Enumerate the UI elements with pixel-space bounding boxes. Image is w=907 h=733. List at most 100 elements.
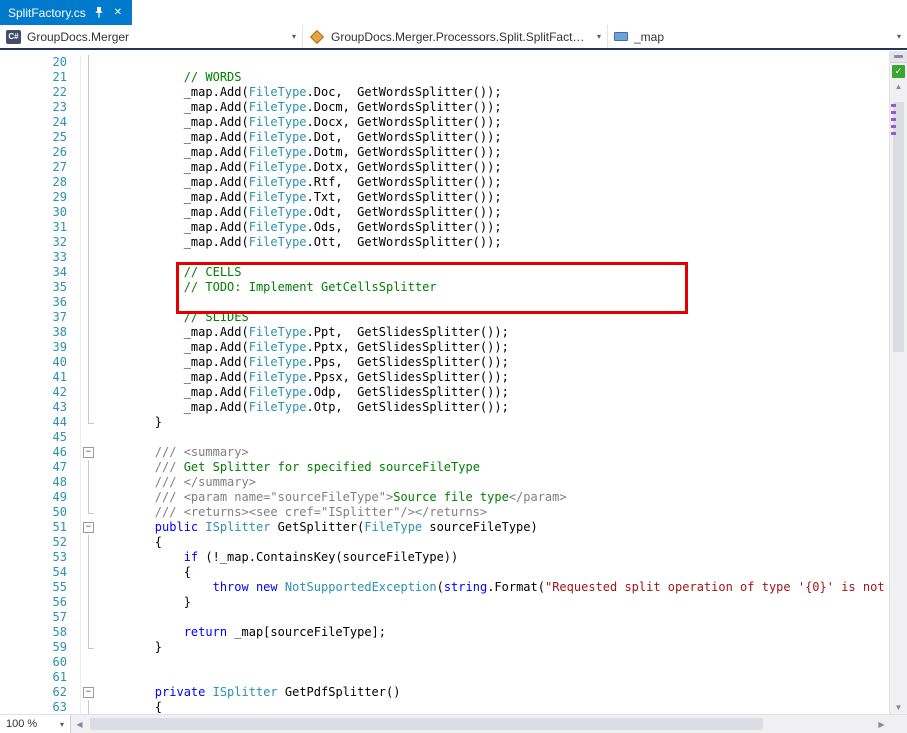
- code-line[interactable]: 39 _map.Add(FileType.Pptx, GetSlidesSpli…: [0, 340, 890, 355]
- outline-margin: [81, 130, 97, 145]
- code-text: _map.Add(FileType.Pps, GetSlidesSplitter…: [97, 355, 509, 369]
- code-text: throw new NotSupportedException(string.F…: [212, 580, 890, 594]
- code-line[interactable]: 28 _map.Add(FileType.Rtf, GetWordsSplitt…: [0, 175, 890, 190]
- vertical-scroll-thumb[interactable]: [893, 102, 904, 352]
- code-line[interactable]: 30 _map.Add(FileType.Odt, GetWordsSplitt…: [0, 205, 890, 220]
- outline-margin: [81, 145, 97, 160]
- code-line[interactable]: 36: [0, 295, 890, 310]
- code-line[interactable]: 27 _map.Add(FileType.Dotx, GetWordsSplit…: [0, 160, 890, 175]
- file-health-indicator[interactable]: ✓: [892, 65, 905, 78]
- code-line[interactable]: 43 _map.Add(FileType.Otp, GetSlidesSplit…: [0, 400, 890, 415]
- code-line[interactable]: 33: [0, 250, 890, 265]
- code-line[interactable]: 55 throw new NotSupportedException(strin…: [0, 580, 890, 595]
- code-line[interactable]: 20: [0, 55, 890, 70]
- code-line[interactable]: 49 /// <param name="sourceFileType">Sour…: [0, 490, 890, 505]
- tab-title: SplitFactory.cs: [8, 5, 86, 20]
- pin-icon[interactable]: [93, 7, 105, 19]
- member-dropdown[interactable]: _map ▾: [607, 25, 907, 48]
- line-number: 63: [0, 700, 81, 715]
- code-line[interactable]: 48 /// </summary>: [0, 475, 890, 490]
- code-line[interactable]: 46− /// <summary>: [0, 445, 890, 460]
- code-line[interactable]: 24 _map.Add(FileType.Docx, GetWordsSplit…: [0, 115, 890, 130]
- code-text: _map.Add(FileType.Dot, GetWordsSplitter(…: [97, 130, 502, 144]
- scroll-down-arrow[interactable]: ▼: [890, 701, 907, 715]
- outline-margin: [81, 190, 97, 205]
- code-text: _map.Add(FileType.Ppsx, GetSlidesSplitte…: [97, 370, 509, 384]
- code-text: /// </summary>: [97, 475, 256, 489]
- outline-margin: [81, 670, 97, 685]
- code-line[interactable]: 41 _map.Add(FileType.Ppsx, GetSlidesSpli…: [0, 370, 890, 385]
- horizontal-scroll-thumb[interactable]: [90, 718, 764, 730]
- line-number: 55: [0, 580, 81, 595]
- code-line[interactable]: 31 _map.Add(FileType.Ods, GetWordsSplitt…: [0, 220, 890, 235]
- code-line[interactable]: 32 _map.Add(FileType.Ott, GetWordsSplitt…: [0, 235, 890, 250]
- type-dropdown[interactable]: GroupDocs.Merger.Processors.Split.SplitF…: [302, 25, 607, 48]
- vertical-scroll-track[interactable]: [890, 94, 907, 701]
- code-line[interactable]: 60: [0, 655, 890, 670]
- splitter-grip-icon: [894, 55, 903, 58]
- document-tab[interactable]: SplitFactory.cs ✕: [0, 0, 132, 25]
- code-text: _map.Add(FileType.Doc, GetWordsSplitter(…: [97, 85, 502, 99]
- code-text: _map.Add(FileType.Ppt, GetSlidesSplitter…: [97, 325, 509, 339]
- code-text: // TODO: Implement GetCellsSplitter: [97, 280, 437, 294]
- line-number: 26: [0, 145, 81, 160]
- outline-margin: [81, 115, 97, 130]
- code-line[interactable]: 40 _map.Add(FileType.Pps, GetSlidesSplit…: [0, 355, 890, 370]
- code-text: _map.Add(FileType.Docx, GetWordsSplitter…: [97, 115, 502, 129]
- code-line[interactable]: 21 // WORDS: [0, 70, 890, 85]
- code-line[interactable]: 54 {: [0, 565, 890, 580]
- code-line[interactable]: 22 _map.Add(FileType.Doc, GetWordsSplitt…: [0, 85, 890, 100]
- code-line[interactable]: 45: [0, 430, 890, 445]
- code-line[interactable]: 61: [0, 670, 890, 685]
- code-line[interactable]: 34 // CELLS: [0, 265, 890, 280]
- code-line[interactable]: 50 /// <returns><see cref="ISplitter"/><…: [0, 505, 890, 520]
- csharp-project-icon: C#: [6, 29, 21, 44]
- project-dropdown[interactable]: C# GroupDocs.Merger ▾: [0, 25, 302, 48]
- collapse-toggle[interactable]: −: [81, 685, 97, 700]
- outline-margin: [81, 700, 97, 715]
- vertical-scrollbar[interactable]: ✓ ▲ ▼: [889, 51, 907, 715]
- line-number: 28: [0, 175, 81, 190]
- line-number: 33: [0, 250, 81, 265]
- code-line[interactable]: 63 {: [0, 700, 890, 715]
- code-line[interactable]: 58 return _map[sourceFileType];: [0, 625, 890, 640]
- code-line[interactable]: 47 /// Get Splitter for specified source…: [0, 460, 890, 475]
- code-line[interactable]: 53 if (!_map.ContainsKey(sourceFileType)…: [0, 550, 890, 565]
- code-line[interactable]: 62− private ISplitter GetPdfSplitter(): [0, 685, 890, 700]
- code-line[interactable]: 59 }: [0, 640, 890, 655]
- code-editor[interactable]: 20 21 // WORDS 22 _map.Add(FileType.Doc, G…: [0, 51, 890, 715]
- code-line[interactable]: 38 _map.Add(FileType.Ppt, GetSlidesSplit…: [0, 325, 890, 340]
- code-line[interactable]: 23 _map.Add(FileType.Docm, GetWordsSplit…: [0, 100, 890, 115]
- collapse-minus-icon[interactable]: −: [83, 447, 94, 458]
- scroll-right-arrow[interactable]: ▶: [873, 715, 890, 733]
- outline-margin: [81, 355, 97, 370]
- code-line[interactable]: 25 _map.Add(FileType.Dot, GetWordsSplitt…: [0, 130, 890, 145]
- code-line[interactable]: 44 }: [0, 415, 890, 430]
- horizontal-scroll-track[interactable]: [88, 715, 873, 733]
- scroll-left-arrow[interactable]: ◀: [71, 715, 88, 733]
- code-line[interactable]: 26 _map.Add(FileType.Dotm, GetWordsSplit…: [0, 145, 890, 160]
- zoom-control[interactable]: 100 % ▾: [0, 715, 71, 733]
- line-number: 62: [0, 685, 81, 700]
- code-line[interactable]: 37 // SLIDES: [0, 310, 890, 325]
- collapse-minus-icon[interactable]: −: [83, 522, 94, 533]
- collapse-minus-icon[interactable]: −: [83, 687, 94, 698]
- code-line[interactable]: 56 }: [0, 595, 890, 610]
- code-line[interactable]: 57: [0, 610, 890, 625]
- line-number: 23: [0, 100, 81, 115]
- code-line[interactable]: 51− public ISplitter GetSplitter(FileTyp…: [0, 520, 890, 535]
- outline-margin: [81, 385, 97, 400]
- line-number: 59: [0, 640, 81, 655]
- tab-bar: SplitFactory.cs ✕: [0, 0, 907, 25]
- collapse-toggle[interactable]: −: [81, 520, 97, 535]
- collapse-toggle[interactable]: −: [81, 445, 97, 460]
- line-number: 29: [0, 190, 81, 205]
- close-icon[interactable]: ✕: [112, 7, 124, 19]
- scroll-up-arrow[interactable]: ▲: [890, 80, 907, 94]
- code-line[interactable]: 42 _map.Add(FileType.Odp, GetSlidesSplit…: [0, 385, 890, 400]
- code-line[interactable]: 35 // TODO: Implement GetCellsSplitter: [0, 280, 890, 295]
- line-number: 38: [0, 325, 81, 340]
- code-line[interactable]: 52 {: [0, 535, 890, 550]
- splitter-handle[interactable]: [890, 51, 907, 63]
- code-line[interactable]: 29 _map.Add(FileType.Txt, GetWordsSplitt…: [0, 190, 890, 205]
